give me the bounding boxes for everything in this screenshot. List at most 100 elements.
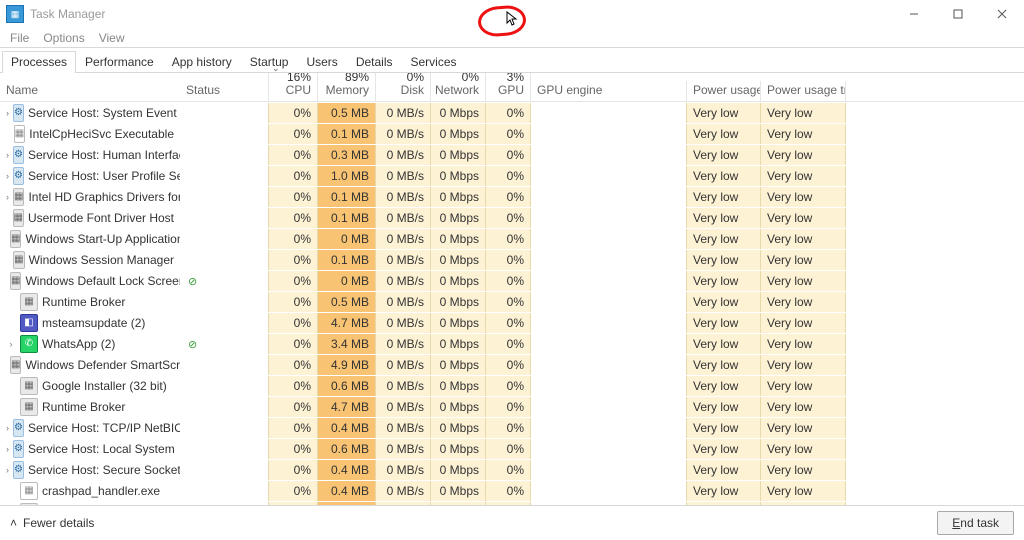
process-icon: ▦ xyxy=(20,482,38,500)
expand-chevron-icon[interactable]: › xyxy=(6,339,16,349)
cell-gpu: 0% xyxy=(486,292,531,312)
cell-disk: 0 MB/s xyxy=(376,418,431,438)
table-row[interactable]: ›▦Intel HD Graphics Drivers for Wi...0%0… xyxy=(0,186,1024,207)
chevron-up-icon: ˄ xyxy=(10,516,17,530)
tab-users[interactable]: Users xyxy=(297,51,346,73)
table-row[interactable]: ›⚙Service Host: Human Interface ...0%0.3… xyxy=(0,144,1024,165)
expand-chevron-icon[interactable]: › xyxy=(6,465,9,475)
cell-memory: 1.0 MB xyxy=(318,166,376,186)
cell-trend: Very low xyxy=(761,376,846,396)
table-row[interactable]: ▦IntelCpHeciSvc Executable0%0.1 MB0 MB/s… xyxy=(0,123,1024,144)
cell-gpu-engine xyxy=(531,194,686,200)
cell-trend: Very low xyxy=(761,334,846,354)
table-row[interactable]: ›✆WhatsApp (2)⊘0%3.4 MB0 MB/s0 Mbps0%Ver… xyxy=(0,333,1024,354)
cell-power: Very low xyxy=(686,439,761,459)
process-icon: ▦ xyxy=(13,188,24,206)
process-icon: ▦ xyxy=(20,398,38,416)
process-list[interactable]: ›⚙Service Host: System Event Noti...0%0.… xyxy=(0,102,1024,516)
minimize-button[interactable] xyxy=(892,0,936,28)
cell-power: Very low xyxy=(686,124,761,144)
cell-gpu: 0% xyxy=(486,334,531,354)
table-row[interactable]: ▦Google Installer (32 bit)0%0.6 MB0 MB/s… xyxy=(0,375,1024,396)
header-status[interactable]: Status xyxy=(180,81,268,101)
header-power-usage[interactable]: Power usage xyxy=(686,81,761,101)
cell-trend: Very low xyxy=(761,292,846,312)
cell-gpu-engine xyxy=(531,425,686,431)
expand-chevron-icon[interactable]: › xyxy=(6,150,9,160)
table-row[interactable]: ▦crashpad_handler.exe0%0.4 MB0 MB/s0 Mbp… xyxy=(0,480,1024,501)
table-row[interactable]: ›⚙Service Host: Local System0%0.6 MB0 MB… xyxy=(0,438,1024,459)
cell-cpu: 0% xyxy=(268,103,318,123)
header-disk[interactable]: 0%Disk xyxy=(376,73,431,101)
cell-cpu: 0% xyxy=(268,271,318,291)
cell-memory: 0.4 MB xyxy=(318,481,376,501)
cell-network: 0 Mbps xyxy=(431,208,486,228)
process-name: crashpad_handler.exe xyxy=(42,484,160,498)
cell-gpu: 0% xyxy=(486,460,531,480)
cell-power: Very low xyxy=(686,460,761,480)
header-power-trend[interactable]: Power usage tr... xyxy=(761,81,846,101)
cell-cpu: 0% xyxy=(268,229,318,249)
tab-services[interactable]: Services xyxy=(402,51,466,73)
table-row[interactable]: ›⚙Service Host: System Event Noti...0%0.… xyxy=(0,102,1024,123)
tab-processes[interactable]: Processes xyxy=(2,51,76,73)
cell-cpu: 0% xyxy=(268,292,318,312)
cell-disk: 0 MB/s xyxy=(376,145,431,165)
cell-disk: 0 MB/s xyxy=(376,250,431,270)
cell-power: Very low xyxy=(686,187,761,207)
end-task-button[interactable]: End task xyxy=(937,511,1014,535)
table-row[interactable]: ›⚙Service Host: Secure Socket Tun...0%0.… xyxy=(0,459,1024,480)
fewer-details-button[interactable]: ˄ Fewer details xyxy=(10,516,94,530)
cell-disk: 0 MB/s xyxy=(376,397,431,417)
menu-file[interactable]: File xyxy=(4,29,35,47)
expand-chevron-icon[interactable]: › xyxy=(6,192,9,202)
expand-chevron-icon[interactable]: › xyxy=(6,444,9,454)
title-bar: ▦ Task Manager xyxy=(0,0,1024,29)
header-memory[interactable]: 89%Memory xyxy=(318,73,376,101)
process-name: Runtime Broker xyxy=(42,295,125,309)
header-cpu[interactable]: 16%CPU xyxy=(268,73,318,101)
cell-network: 0 Mbps xyxy=(431,355,486,375)
table-row[interactable]: ›⚙Service Host: TCP/IP NetBIOS H...0%0.4… xyxy=(0,417,1024,438)
cell-gpu: 0% xyxy=(486,229,531,249)
cell-power: Very low xyxy=(686,334,761,354)
tab-startup[interactable]: Startup xyxy=(241,51,298,73)
maximize-button[interactable] xyxy=(936,0,980,28)
table-row[interactable]: ▦Windows Start-Up Application0%0 MB0 MB/… xyxy=(0,228,1024,249)
process-icon: ⚙ xyxy=(13,146,24,164)
cell-status xyxy=(180,362,268,368)
table-row[interactable]: ◧msteamsupdate (2)0%4.7 MB0 MB/s0 Mbps0%… xyxy=(0,312,1024,333)
cell-cpu: 0% xyxy=(268,124,318,144)
table-row[interactable]: ›⚙Service Host: User Profile Service0%1.… xyxy=(0,165,1024,186)
tab-performance[interactable]: Performance xyxy=(76,51,163,73)
header-gpu[interactable]: 3%GPU xyxy=(486,73,531,101)
cell-power: Very low xyxy=(686,355,761,375)
cell-disk: 0 MB/s xyxy=(376,166,431,186)
table-row[interactable]: ▦Runtime Broker0%4.7 MB0 MB/s0 Mbps0%Ver… xyxy=(0,396,1024,417)
table-row[interactable]: ▦Windows Session Manager0%0.1 MB0 MB/s0 … xyxy=(0,249,1024,270)
menu-view[interactable]: View xyxy=(93,29,131,47)
tab-details[interactable]: Details xyxy=(347,51,402,73)
header-name[interactable]: Name xyxy=(0,81,180,101)
menu-options[interactable]: Options xyxy=(37,29,90,47)
cell-trend: Very low xyxy=(761,313,846,333)
close-button[interactable] xyxy=(980,0,1024,28)
process-name: Windows Default Lock Screen xyxy=(25,274,180,288)
expand-chevron-icon[interactable]: › xyxy=(6,171,9,181)
cell-gpu-engine xyxy=(531,404,686,410)
tab-app-history[interactable]: App history xyxy=(163,51,241,73)
cell-power: Very low xyxy=(686,250,761,270)
cell-memory: 0.5 MB xyxy=(318,292,376,312)
table-row[interactable]: ▦Usermode Font Driver Host0%0.1 MB0 MB/s… xyxy=(0,207,1024,228)
header-network[interactable]: 0%Network xyxy=(431,73,486,101)
table-row[interactable]: ▦Windows Defender SmartScreen0%4.9 MB0 M… xyxy=(0,354,1024,375)
expand-chevron-icon[interactable]: › xyxy=(6,108,9,118)
cell-disk: 0 MB/s xyxy=(376,481,431,501)
cell-trend: Very low xyxy=(761,250,846,270)
table-row[interactable]: ▦Runtime Broker0%0.5 MB0 MB/s0 Mbps0%Ver… xyxy=(0,291,1024,312)
cell-memory: 3.4 MB xyxy=(318,334,376,354)
table-row[interactable]: ▦Windows Default Lock Screen⊘0%0 MB0 MB/… xyxy=(0,270,1024,291)
expand-chevron-icon[interactable]: › xyxy=(6,423,9,433)
header-gpu-engine[interactable]: GPU engine xyxy=(531,81,686,101)
process-icon: ▦ xyxy=(10,356,21,374)
